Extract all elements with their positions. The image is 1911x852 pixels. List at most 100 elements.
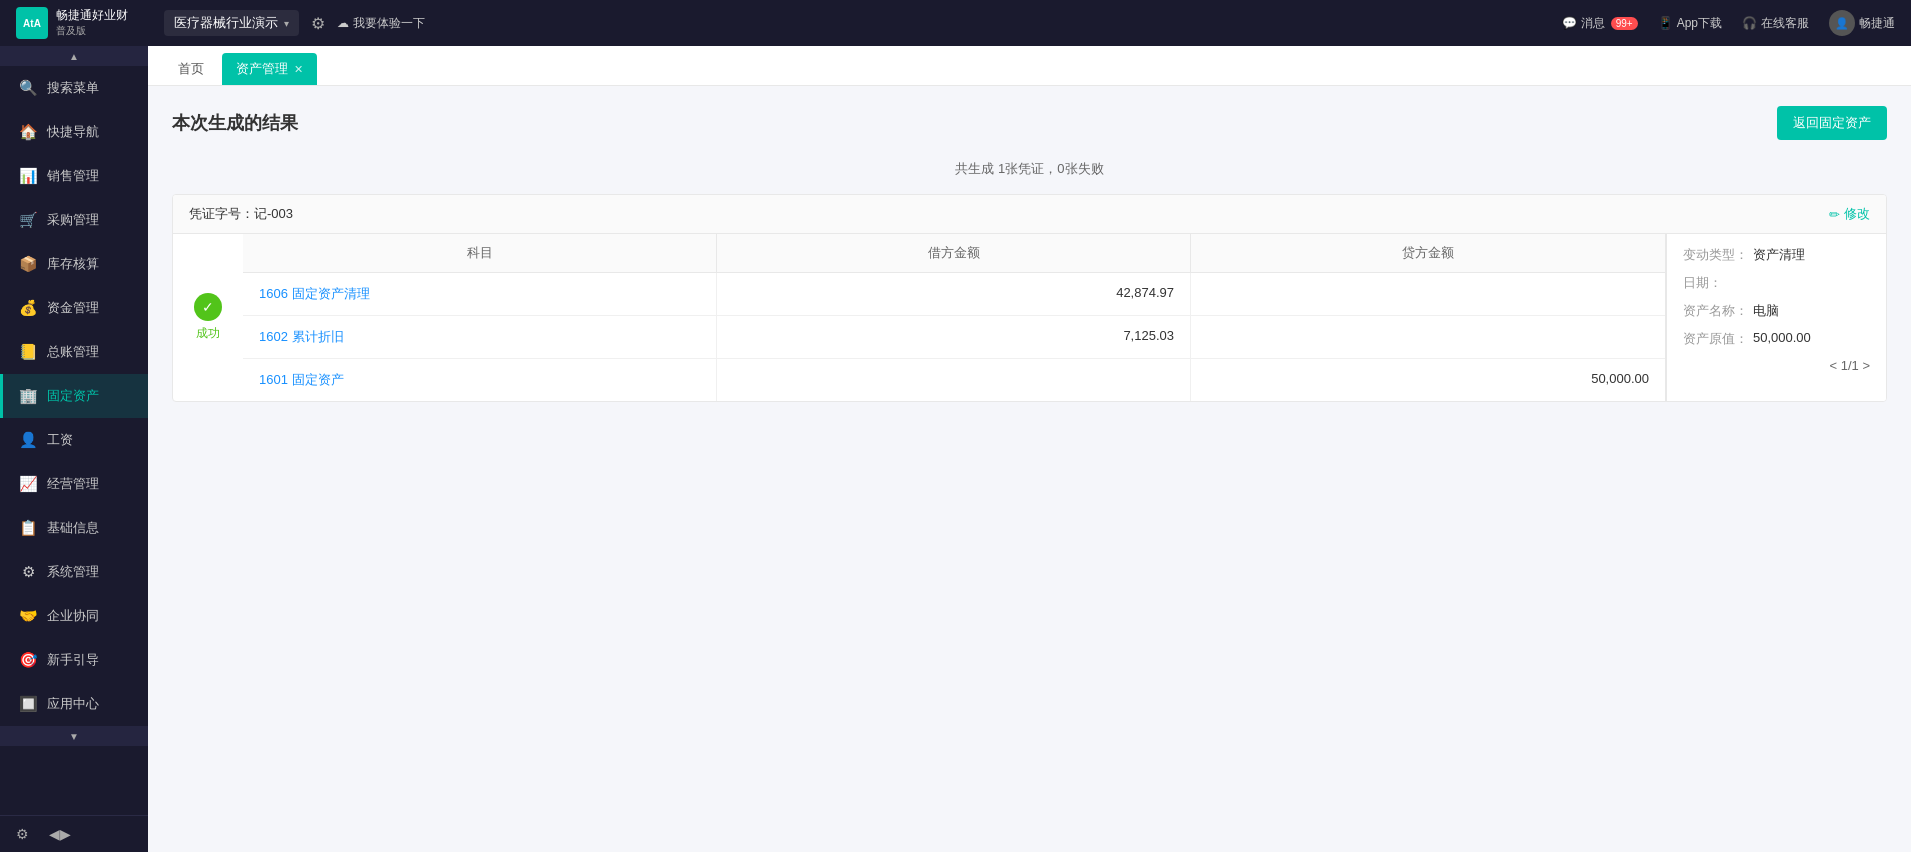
edit-icon: ✏ [1829,207,1840,222]
success-circle: ✓ [194,293,222,321]
phone-icon: 📱 [1658,16,1673,30]
tab-close-icon[interactable]: ✕ [294,63,303,76]
tab-bar: 首页 资产管理 ✕ [148,46,1911,86]
asset-value-value: 50,000.00 [1753,330,1811,348]
app-download-button[interactable]: 📱 App下载 [1658,15,1722,32]
content-area: 首页 资产管理 ✕ 本次生成的结果 返回固定资产 共生成 1张凭证，0张失败 凭… [148,46,1911,852]
sidebar-item-cooperation[interactable]: 🤝 企业协同 [0,594,148,638]
header-center: 医疗器械行业演示 ▾ ⚙ ☁ 我要体验一下 [164,10,1562,36]
voucher-header: 凭证字号：记-003 ✏ 修改 [173,195,1886,234]
sidebar-item-basicinfo[interactable]: 📋 基础信息 [0,506,148,550]
sidebar-scroll-down[interactable]: ▼ [0,726,148,746]
home-icon: 🏠 [19,123,37,141]
message-icon: 💬 [1562,16,1577,30]
handshake-icon: 🤝 [19,607,37,625]
chart-icon: 📊 [19,167,37,185]
chevron-down-icon: ▾ [284,18,289,29]
sidebar-item-sales[interactable]: 📊 销售管理 [0,154,148,198]
clipboard-icon: 📋 [19,519,37,537]
edit-button[interactable]: ✏ 修改 [1829,205,1870,223]
return-button[interactable]: 返回固定资产 [1777,106,1887,140]
success-text: 成功 [196,325,220,342]
trending-icon: 📈 [19,475,37,493]
result-summary: 共生成 1张凭证，0张失败 [172,160,1887,178]
logo-edition: 普及版 [56,24,128,38]
sidebar-item-search[interactable]: 🔍 搜索菜单 [0,66,148,110]
panel-asset-name: 资产名称： 电脑 [1683,302,1870,320]
voucher-card: 凭证字号：记-003 ✏ 修改 ✓ 成功 [172,194,1887,402]
logo-name: 畅捷通好业财 [56,8,128,24]
message-badge: 99 [1611,17,1638,30]
building-icon: 🏢 [19,387,37,405]
user-menu[interactable]: 👤 畅捷通 [1829,10,1895,36]
table-row: 1602 累计折旧 7,125.03 [243,316,1665,359]
settings-icon[interactable]: ⚙ [311,14,325,33]
money-icon: 💰 [19,299,37,317]
panel-change-type: 变动类型： 资产清理 [1683,246,1870,264]
customer-service-button[interactable]: 🎧 在线客服 [1742,15,1809,32]
book-icon: 📒 [19,343,37,361]
sidebar-item-management[interactable]: 📈 经营管理 [0,462,148,506]
sidebar-item-salary[interactable]: 👤 工资 [0,418,148,462]
sidebar-item-inventory[interactable]: 📦 库存核算 [0,242,148,286]
asset-value-label: 资产原值： [1683,330,1753,348]
tab-assets[interactable]: 资产管理 ✕ [222,53,317,85]
col-subject: 科目 [243,234,717,272]
sidebar-item-guide[interactable]: 🎯 新手引导 [0,638,148,682]
table-row: 1606 固定资产清理 42,874.97 [243,273,1665,316]
tab-home[interactable]: 首页 [164,53,218,85]
cart-icon: 🛒 [19,211,37,229]
gear-icon: ⚙ [19,563,37,581]
sidebar-item-ledger[interactable]: 📒 总账管理 [0,330,148,374]
table-row: 1601 固定资产 50,000.00 [243,359,1665,401]
user-icon: 👤 [19,431,37,449]
collapse-icon[interactable]: ◀▶ [49,826,71,842]
panel-date: 日期： [1683,274,1870,292]
pagination[interactable]: < 1/1 > [1683,358,1870,373]
main-layout: ▲ 🔍 搜索菜单 🏠 快捷导航 📊 销售管理 🛒 采购管理 📦 库存核算 💰 资… [0,46,1911,852]
col-credit: 贷方金额 [1191,234,1665,272]
box-icon: 📦 [19,255,37,273]
voucher-body: ✓ 成功 科目 借方金额 贷方金额 1606 固定资产清理 42,874.97 [173,234,1886,401]
sidebar-item-funds[interactable]: 💰 资金管理 [0,286,148,330]
target-icon: 🎯 [19,651,37,669]
row2-debit: 7,125.03 [717,316,1191,358]
page-title: 本次生成的结果 [172,111,298,135]
row1-debit: 42,874.97 [717,273,1191,315]
success-indicator: ✓ 成功 [173,234,243,401]
logo-area: AtA 畅捷通好业财 普及版 [16,7,164,39]
page-content: 本次生成的结果 返回固定资产 共生成 1张凭证，0张失败 凭证字号：记-003 … [148,86,1911,852]
row1-subject: 1606 固定资产清理 [243,273,717,315]
company-selector[interactable]: 医疗器械行业演示 ▾ [164,10,299,36]
sidebar-item-apps[interactable]: 🔲 应用中心 [0,682,148,726]
sidebar-item-purchase[interactable]: 🛒 采购管理 [0,198,148,242]
headset-icon: 🎧 [1742,16,1757,30]
messages-button[interactable]: 💬 消息 99 [1562,15,1638,32]
row2-credit [1191,316,1665,358]
sidebar: ▲ 🔍 搜索菜单 🏠 快捷导航 📊 销售管理 🛒 采购管理 📦 库存核算 💰 资… [0,46,148,852]
settings-footer-icon[interactable]: ⚙ [16,826,29,842]
voucher-table: 科目 借方金额 贷方金额 1606 固定资产清理 42,874.97 1602 … [243,234,1666,401]
sidebar-scroll-up[interactable]: ▲ [0,46,148,66]
sidebar-item-quicknav[interactable]: 🏠 快捷导航 [0,110,148,154]
company-name: 医疗器械行业演示 [174,14,278,32]
voucher-right-panel: 变动类型： 资产清理 日期： 资产名称： 电脑 资产原值： [1666,234,1886,401]
sidebar-item-system[interactable]: ⚙ 系统管理 [0,550,148,594]
top-header: AtA 畅捷通好业财 普及版 医疗器械行业演示 ▾ ⚙ ☁ 我要体验一下 💬 消… [0,0,1911,46]
voucher-number: 凭证字号：记-003 [189,205,293,223]
row2-subject: 1602 累计折旧 [243,316,717,358]
change-type-value: 资产清理 [1753,246,1805,264]
search-icon: 🔍 [19,79,37,97]
panel-asset-value: 资产原值： 50,000.00 [1683,330,1870,348]
feedback-button[interactable]: ☁ 我要体验一下 [337,15,425,32]
table-header: 科目 借方金额 贷方金额 [243,234,1665,273]
avatar: 👤 [1829,10,1855,36]
page-header: 本次生成的结果 返回固定资产 [172,106,1887,140]
row3-credit: 50,000.00 [1191,359,1665,401]
logo-icon: AtA [16,7,48,39]
change-type-label: 变动类型： [1683,246,1753,264]
row3-subject: 1601 固定资产 [243,359,717,401]
asset-name-value: 电脑 [1753,302,1779,320]
col-debit: 借方金额 [717,234,1191,272]
sidebar-item-fixedassets[interactable]: 🏢 固定资产 [0,374,148,418]
